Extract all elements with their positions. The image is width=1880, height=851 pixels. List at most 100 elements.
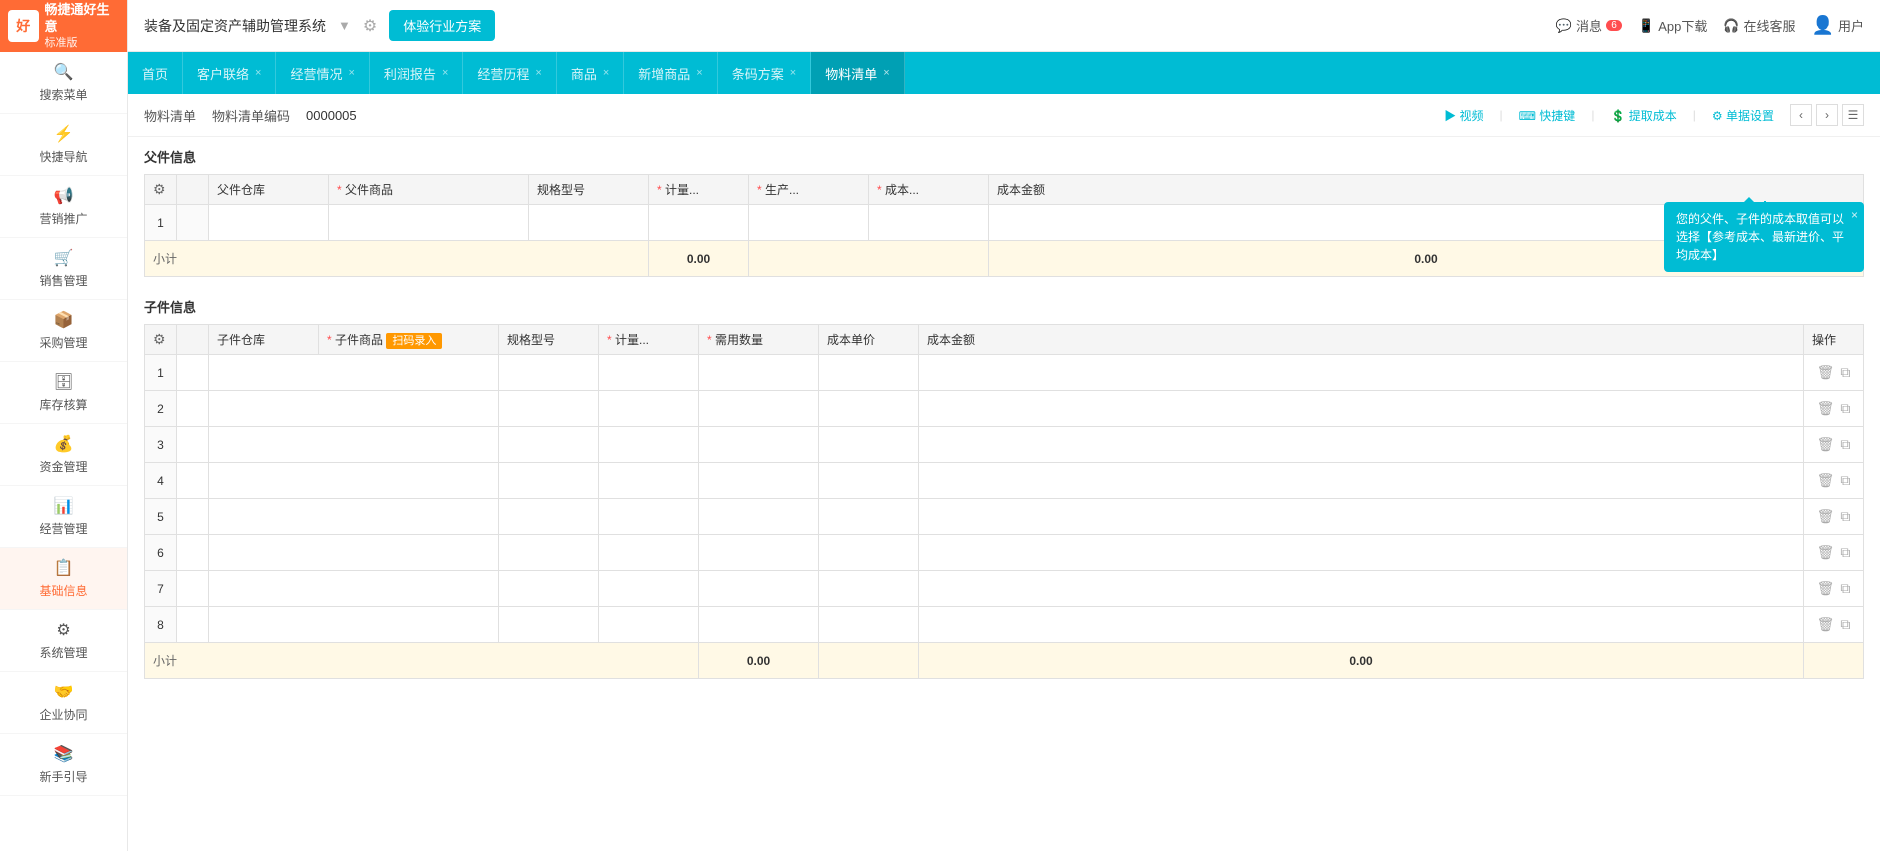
close-tab-operations[interactable]: × (348, 67, 354, 79)
child-spec-input-3[interactable] (499, 427, 598, 462)
child-unitprice-input-6[interactable] (819, 535, 918, 570)
child-goods-cell-8[interactable] (209, 607, 499, 643)
sidebar-item-finance[interactable]: 💰资金管理 (0, 424, 127, 486)
prev-btn[interactable]: ‹ (1790, 104, 1812, 126)
parent-production-input[interactable] (749, 205, 868, 240)
parent-production-cell[interactable] (749, 205, 869, 241)
child-unitprice-input-7[interactable] (819, 571, 918, 606)
copy-icon-3[interactable]: ⧉ (1840, 436, 1850, 453)
child-unit-cell-2[interactable] (599, 391, 699, 427)
sidebar-item-inventory[interactable]: 🗄库存核算 (0, 362, 127, 424)
close-tab-bom[interactable]: × (883, 67, 889, 79)
child-warehouse-input-4[interactable] (177, 463, 208, 498)
sidebar-item-system[interactable]: ⚙系统管理 (0, 610, 127, 672)
copy-icon-8[interactable]: ⧉ (1840, 616, 1850, 633)
child-warehouse-input-1[interactable] (177, 355, 208, 390)
child-unitprice-cell-7[interactable] (819, 571, 919, 607)
child-unit-input-2[interactable] (599, 391, 698, 426)
copy-icon-5[interactable]: ⧉ (1840, 508, 1850, 525)
child-unitprice-cell-3[interactable] (819, 427, 919, 463)
parent-spec-input[interactable] (529, 205, 648, 240)
child-goods-cell-3[interactable] (209, 427, 499, 463)
parent-unit-input[interactable] (649, 205, 748, 240)
child-spec-input-7[interactable] (499, 571, 598, 606)
nav-tab-barcode[interactable]: 条码方案× (718, 52, 811, 94)
child-unitprice-input-3[interactable] (819, 427, 918, 462)
child-unitprice-input-1[interactable] (819, 355, 918, 390)
nav-tab-history[interactable]: 经营历程× (463, 52, 556, 94)
child-unit-cell-7[interactable] (599, 571, 699, 607)
child-unit-cell-4[interactable] (599, 463, 699, 499)
child-warehouse-cell-6[interactable] (177, 535, 209, 571)
child-unit-input-3[interactable] (599, 427, 698, 462)
child-quantity-input-4[interactable] (699, 463, 818, 498)
child-unitprice-cell-1[interactable] (819, 355, 919, 391)
child-spec-input-8[interactable] (499, 607, 598, 642)
sidebar-item-basic-info[interactable]: 📋基础信息 (0, 548, 127, 610)
close-tab-new-goods[interactable]: × (696, 67, 702, 79)
child-quantity-input-6[interactable] (699, 535, 818, 570)
parent-cost-input[interactable] (869, 205, 988, 240)
parent-cost-cell[interactable] (869, 205, 989, 241)
child-goods-input-6[interactable] (209, 535, 498, 570)
child-quantity-input-3[interactable] (699, 427, 818, 462)
child-goods-input-8[interactable] (209, 607, 498, 642)
sidebar-item-guide[interactable]: 📚新手引导 (0, 734, 127, 796)
nav-tab-new-goods[interactable]: 新增商品× (624, 52, 717, 94)
settings-icon[interactable]: ⚙ (363, 16, 377, 36)
child-goods-input-1[interactable] (209, 355, 498, 390)
child-unitprice-input-5[interactable] (819, 499, 918, 534)
child-quantity-input-1[interactable] (699, 355, 818, 390)
child-spec-cell-2[interactable] (499, 391, 599, 427)
close-tab-history[interactable]: × (535, 67, 541, 79)
child-quantity-input-8[interactable] (699, 607, 818, 642)
child-goods-cell-1[interactable] (209, 355, 499, 391)
child-goods-cell-6[interactable] (209, 535, 499, 571)
child-spec-input-2[interactable] (499, 391, 598, 426)
single-settings-action[interactable]: ⚙ 单据设置 (1712, 107, 1774, 124)
child-unit-input-7[interactable] (599, 571, 698, 606)
close-tab-barcode[interactable]: × (790, 67, 796, 79)
child-quantity-cell-2[interactable] (699, 391, 819, 427)
child-unitprice-cell-2[interactable] (819, 391, 919, 427)
sidebar-item-operations[interactable]: 📊经营管理 (0, 486, 127, 548)
copy-icon-4[interactable]: ⧉ (1840, 472, 1850, 489)
child-quantity-cell-7[interactable] (699, 571, 819, 607)
child-quantity-input-5[interactable] (699, 499, 818, 534)
child-unitprice-cell-4[interactable] (819, 463, 919, 499)
child-quantity-input-2[interactable] (699, 391, 818, 426)
child-quantity-cell-8[interactable] (699, 607, 819, 643)
copy-icon-6[interactable]: ⧉ (1840, 544, 1850, 561)
nav-tab-customer[interactable]: 客户联络× (183, 52, 276, 94)
child-warehouse-input-3[interactable] (177, 427, 208, 462)
child-goods-input-4[interactable] (209, 463, 498, 498)
child-unit-cell-3[interactable] (599, 427, 699, 463)
child-spec-cell-8[interactable] (499, 607, 599, 643)
child-unit-cell-5[interactable] (599, 499, 699, 535)
shortcut-action[interactable]: ⌨ 快捷键 (1519, 107, 1576, 124)
child-goods-cell-4[interactable] (209, 463, 499, 499)
menu-btn[interactable]: ☰ (1842, 104, 1864, 126)
child-unitprice-input-2[interactable] (819, 391, 918, 426)
nav-tab-profit[interactable]: 利润报告× (370, 52, 463, 94)
delete-icon-6[interactable]: 🗑 (1817, 544, 1835, 561)
sidebar-item-sales[interactable]: 🛒销售管理 (0, 238, 127, 300)
breadcrumb-bom[interactable]: 物料清单 (144, 106, 196, 125)
child-spec-input-6[interactable] (499, 535, 598, 570)
child-warehouse-input-5[interactable] (177, 499, 208, 534)
nav-tab-operations[interactable]: 经营情况× (276, 52, 369, 94)
child-goods-cell-2[interactable] (209, 391, 499, 427)
parent-unit-cell[interactable] (649, 205, 749, 241)
child-spec-input-1[interactable] (499, 355, 598, 390)
child-spec-cell-1[interactable] (499, 355, 599, 391)
delete-icon-7[interactable]: 🗑 (1817, 580, 1835, 597)
sidebar-item-enterprise[interactable]: 🤝企业协同 (0, 672, 127, 734)
next-btn[interactable]: › (1816, 104, 1838, 126)
experience-btn[interactable]: 体验行业方案 (389, 10, 495, 41)
child-goods-cell-5[interactable] (209, 499, 499, 535)
child-unit-input-4[interactable] (599, 463, 698, 498)
parent-goods-cell[interactable] (329, 205, 529, 241)
parent-warehouse-cell[interactable] (209, 205, 329, 241)
delete-icon-8[interactable]: 🗑 (1817, 616, 1835, 633)
child-spec-cell-6[interactable] (499, 535, 599, 571)
